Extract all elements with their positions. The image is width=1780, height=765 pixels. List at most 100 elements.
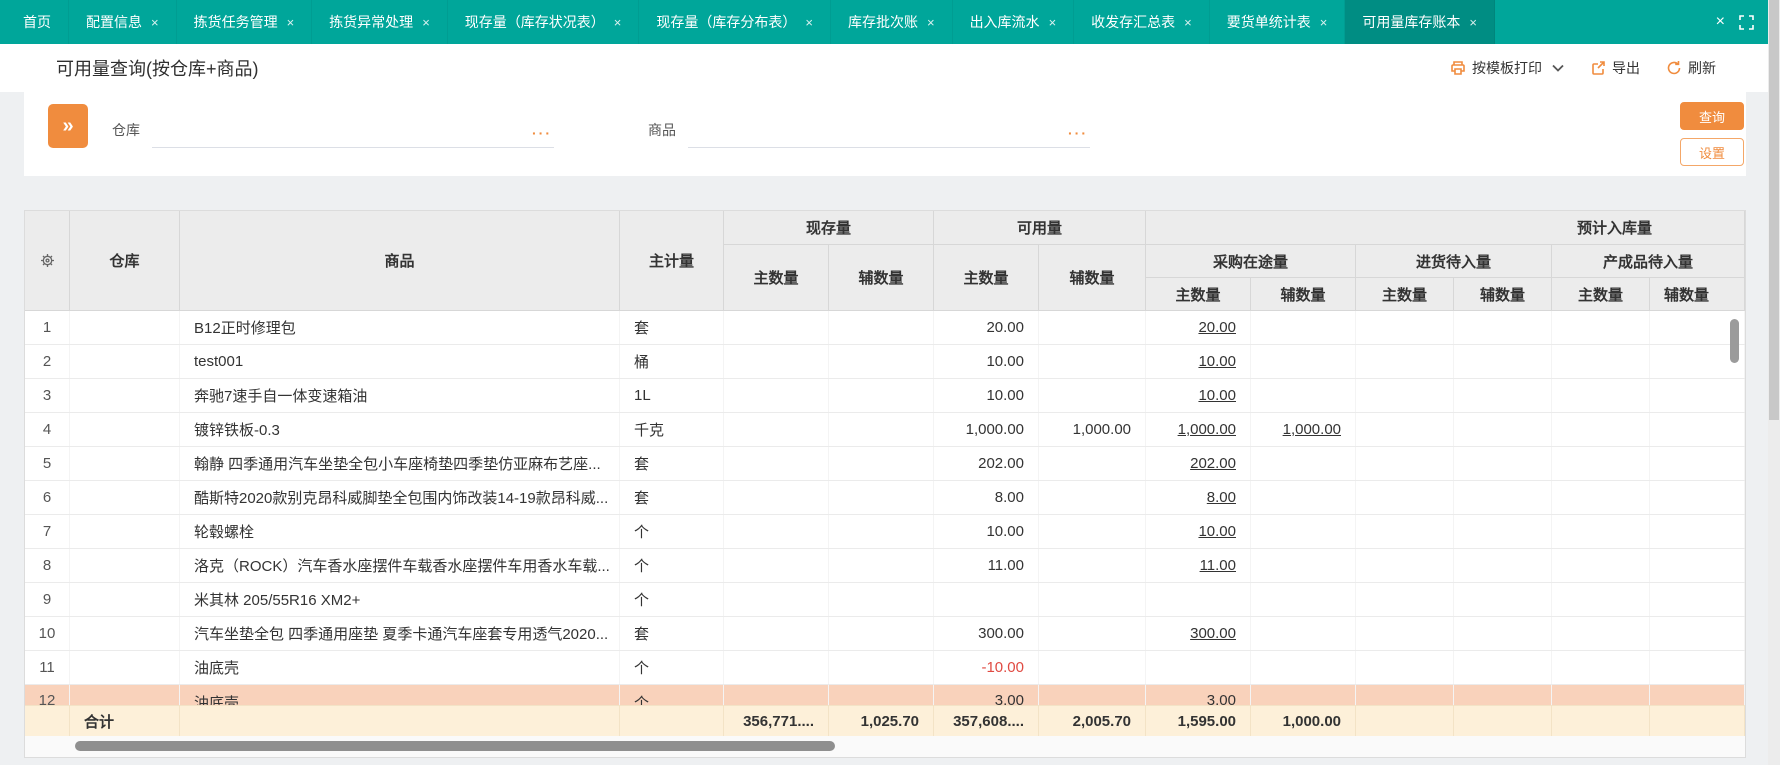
tab[interactable]: 要货单统计表 × — [1210, 0, 1346, 44]
cell-unit: 千克 — [620, 413, 724, 446]
table-row: 8 洛克（ROCK）汽车香水座摆件车载香水座摆件车用香水车载... 个 11.00 11… — [25, 549, 1745, 583]
cell-onhand-aux — [829, 515, 934, 548]
cell-po-aux — [1251, 651, 1356, 684]
tab[interactable]: 拣货任务管理 × — [177, 0, 313, 44]
cell-incoming-main — [1356, 706, 1454, 736]
cell-finished-main — [1552, 413, 1650, 446]
cell-finished-main — [1552, 515, 1650, 548]
tab[interactable]: 配置信息 × — [69, 0, 177, 44]
header-group-onhand: 现存量 — [724, 211, 934, 245]
table-row: 4 镀锌铁板-0.3 千克 1,000.00 1,000.00 1,000.00 1,000… — [25, 413, 1745, 447]
tab-close-icon[interactable]: × — [1049, 15, 1057, 30]
header-onhand-main: 主数量 — [724, 245, 829, 311]
tab[interactable]: 拣货异常处理 × — [312, 0, 448, 44]
tab-close-icon[interactable]: × — [1184, 15, 1192, 30]
product-input[interactable] — [688, 119, 1090, 147]
table-row: 9 米其林 205/55R16 XM2+ 个 — [25, 583, 1745, 617]
drilldown-link[interactable]: 11.00 — [1200, 557, 1236, 574]
cell-po-aux — [1251, 379, 1356, 412]
cell-incoming-main — [1356, 379, 1454, 412]
cell-po-main[interactable]: 20.00 — [1146, 311, 1251, 344]
column-settings-gear-icon[interactable] — [25, 211, 70, 311]
print-by-template-button[interactable]: 按模板打印 — [1450, 58, 1564, 78]
page-scrollbar[interactable] — [1768, 0, 1780, 765]
cell-po-main[interactable]: 11.00 — [1146, 549, 1251, 582]
cell-po-aux[interactable]: 1,000.00 — [1251, 413, 1356, 446]
drilldown-link[interactable]: 202.00 — [1190, 455, 1236, 472]
cell-onhand-aux: 1,025.70 — [829, 706, 934, 736]
vertical-scrollbar-thumb[interactable] — [1730, 319, 1739, 363]
cell-po-main[interactable]: 8.00 — [1146, 481, 1251, 514]
tab[interactable]: 收发存汇总表 × — [1074, 0, 1210, 44]
cell-available-aux — [1039, 515, 1146, 548]
cell-po-aux: 1,000.00 — [1251, 706, 1356, 736]
query-panel: » 仓库 ··· 商品 ··· 查询 设置 — [24, 92, 1746, 176]
cell-po-main[interactable]: 300.00 — [1146, 617, 1251, 650]
cell-incoming-aux — [1454, 549, 1552, 582]
tab-close-icon[interactable]: × — [151, 15, 159, 30]
cell-po-main[interactable]: 10.00 — [1146, 515, 1251, 548]
tab-close-icon[interactable]: × — [614, 15, 622, 30]
row-index: 10 — [25, 617, 70, 650]
drilldown-link[interactable]: 1,000.00 — [1178, 421, 1236, 438]
tab-close-icon[interactable]: × — [1469, 15, 1477, 30]
header-po-main: 主数量 — [1146, 278, 1251, 311]
tab[interactable]: 出入库流水 × — [953, 0, 1075, 44]
table-horizontal-scrollbar[interactable] — [25, 736, 1745, 757]
drilldown-link[interactable]: 8.00 — [1207, 489, 1236, 506]
drilldown-link[interactable]: 300.00 — [1190, 625, 1236, 642]
cell-po-main[interactable]: 10.00 — [1146, 345, 1251, 378]
page-scrollbar-thumb[interactable] — [1769, 0, 1779, 420]
horizontal-scrollbar-thumb[interactable] — [75, 741, 835, 751]
expand-filters-button[interactable]: » — [48, 104, 88, 148]
cell-po-aux — [1251, 481, 1356, 514]
header-onhand-aux: 辅数量 — [829, 245, 934, 311]
cell-po-main[interactable]: 1,000.00 — [1146, 413, 1251, 446]
tab-close-icon[interactable]: × — [805, 15, 813, 30]
close-all-tabs-icon[interactable]: × — [1716, 13, 1725, 31]
cell-onhand-aux — [829, 651, 934, 684]
header-group-expected-inbound: 预计入库量 — [1146, 211, 1745, 245]
tab[interactable]: 首页 — [6, 0, 69, 44]
tab-close-icon[interactable]: × — [1320, 15, 1328, 30]
refresh-button[interactable]: 刷新 — [1666, 58, 1716, 78]
search-button[interactable]: 查询 — [1680, 102, 1744, 130]
cell-available-main: 202.00 — [934, 447, 1039, 480]
settings-button[interactable]: 设置 — [1680, 138, 1744, 166]
cell-incoming-aux — [1454, 345, 1552, 378]
cell-onhand-main — [724, 311, 829, 344]
drilldown-link[interactable]: 10.00 — [1198, 523, 1236, 540]
cell-po-aux — [1251, 311, 1356, 344]
product-picker-icon[interactable]: ··· — [1068, 125, 1088, 141]
cell-po-main[interactable]: 10.00 — [1146, 379, 1251, 412]
drilldown-link[interactable]: 10.00 — [1198, 353, 1236, 370]
tab[interactable]: 库存批次账 × — [831, 0, 953, 44]
cell-po-main[interactable]: 3.00 — [1146, 685, 1251, 706]
tab[interactable]: 现存量（库存分布表） × — [639, 0, 831, 44]
tab-close-icon[interactable]: × — [422, 15, 430, 30]
drilldown-link[interactable]: 3.00 — [1207, 692, 1236, 706]
drilldown-link[interactable]: 20.00 — [1198, 319, 1236, 336]
fullscreen-icon[interactable] — [1739, 14, 1754, 30]
tab-label: 收发存汇总表 — [1091, 14, 1176, 30]
table-vertical-scrollbar[interactable] — [1730, 315, 1740, 735]
tab[interactable]: 可用量库存账本 × — [1345, 0, 1495, 44]
tab-close-icon[interactable]: × — [927, 15, 935, 30]
tab-close-icon[interactable]: × — [287, 15, 295, 30]
tab[interactable]: 现存量（库存状况表） × — [448, 0, 640, 44]
cell-warehouse — [70, 651, 180, 684]
drilldown-link[interactable]: 1,000.00 — [1283, 421, 1341, 438]
warehouse-input[interactable] — [152, 119, 554, 147]
cell-po-main[interactable]: 202.00 — [1146, 447, 1251, 480]
table-header: 仓库 商品 主计量 现存量 可用量 预计入库量 主数量 辅数量 主数量 辅数量 … — [25, 211, 1745, 311]
cell-available-main: 8.00 — [934, 481, 1039, 514]
cell-onhand-main — [724, 617, 829, 650]
cell-incoming-aux — [1454, 685, 1552, 706]
export-button[interactable]: 导出 — [1590, 58, 1640, 78]
warehouse-picker-icon[interactable]: ··· — [532, 125, 552, 141]
drilldown-link[interactable]: 10.00 — [1198, 387, 1236, 404]
cell-product — [180, 706, 620, 736]
row-index — [25, 706, 70, 736]
row-index: 4 — [25, 413, 70, 446]
chevron-down-icon[interactable] — [1552, 64, 1564, 72]
